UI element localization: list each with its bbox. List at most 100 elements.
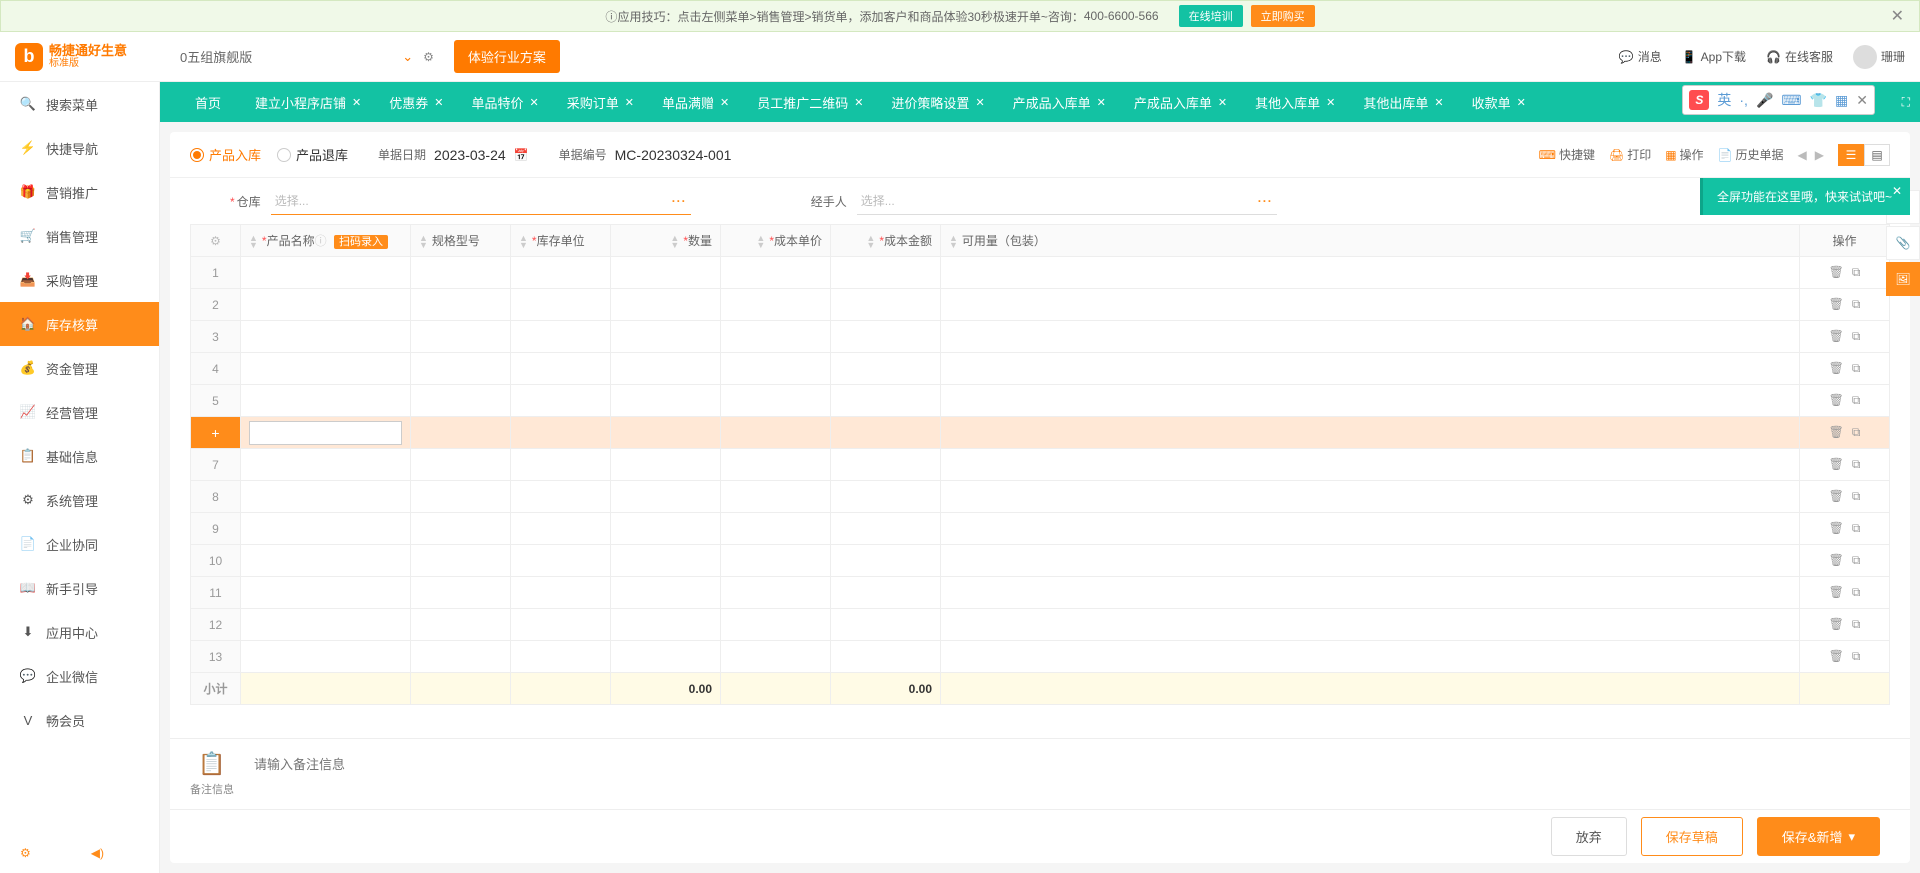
sidebar-item-资金管理[interactable]: 💰资金管理	[0, 346, 159, 390]
add-row-icon[interactable]: +	[207, 424, 225, 442]
sidebar-item-畅会员[interactable]: V畅会员	[0, 698, 159, 742]
sidebar-item-搜索菜单[interactable]: 🔍搜索菜单	[0, 82, 159, 126]
delete-row-icon[interactable]: 🗑	[1829, 585, 1844, 599]
tab-close-icon[interactable]: ✕	[1434, 96, 1443, 109]
more-icon[interactable]: ···	[1258, 194, 1273, 208]
ime-close-icon[interactable]: ✕	[1856, 92, 1868, 109]
view-card-icon[interactable]: ▤	[1864, 144, 1890, 166]
copy-row-icon[interactable]: ⧉	[1852, 265, 1861, 279]
float-attach-icon[interactable]: 📎	[1886, 226, 1920, 260]
sidebar-item-应用中心[interactable]: ⬇应用中心	[0, 610, 159, 654]
delete-row-icon[interactable]: 🗑	[1829, 265, 1844, 279]
tab-单品特价[interactable]: 单品特价✕	[457, 82, 552, 122]
copy-row-icon[interactable]: ⧉	[1852, 425, 1861, 439]
ime-mic-icon[interactable]: 🎤	[1756, 92, 1773, 109]
view-list-icon[interactable]: ☰	[1838, 144, 1864, 166]
table-row[interactable]: 10🗑⧉	[191, 545, 1890, 577]
table-row[interactable]: 11🗑⧉	[191, 577, 1890, 609]
delete-row-icon[interactable]: 🗑	[1829, 649, 1844, 663]
col-spec[interactable]: ▲▼规格型号	[411, 225, 511, 257]
shortcut-button[interactable]: ⌨快捷键	[1539, 146, 1595, 163]
support-link[interactable]: 🎧在线客服	[1766, 48, 1833, 65]
table-row[interactable]: 5🗑⧉	[191, 385, 1890, 417]
tab-采购订单[interactable]: 采购订单✕	[553, 82, 648, 122]
tab-close-icon[interactable]: ✕	[530, 96, 539, 109]
app-download-link[interactable]: 📱App下载	[1682, 48, 1746, 65]
table-row[interactable]: 9🗑⧉	[191, 513, 1890, 545]
operations-button[interactable]: ▦操作	[1665, 146, 1703, 163]
tab-close-icon[interactable]: ✕	[975, 96, 984, 109]
sidebar-item-基础信息[interactable]: 📋基础信息	[0, 434, 159, 478]
next-icon[interactable]: ▶	[1815, 148, 1824, 162]
radio-product-out[interactable]: 产品退库	[277, 145, 348, 164]
sidebar-item-采购管理[interactable]: 📥采购管理	[0, 258, 159, 302]
tab-其他出库单[interactable]: 其他出库单✕	[1349, 82, 1457, 122]
messages-link[interactable]: 💬消息	[1619, 48, 1662, 65]
tab-进价策略设置[interactable]: 进价策略设置✕	[877, 82, 998, 122]
sidebar-item-快捷导航[interactable]: ⚡快捷导航	[0, 126, 159, 170]
warehouse-select[interactable]: 选择... ···	[271, 187, 691, 215]
table-row[interactable]: 2🗑⧉	[191, 289, 1890, 321]
delete-row-icon[interactable]: 🗑	[1829, 329, 1844, 343]
delete-row-icon[interactable]: 🗑	[1829, 617, 1844, 631]
tooltip-close-icon[interactable]: ✕	[1892, 184, 1902, 198]
copy-row-icon[interactable]: ⧉	[1852, 489, 1861, 503]
ime-grid-icon[interactable]: ▦	[1835, 92, 1848, 109]
gear-icon[interactable]: ⚙	[210, 234, 221, 248]
table-row[interactable]: 3🗑⧉	[191, 321, 1890, 353]
radio-product-in[interactable]: 产品入库	[190, 145, 261, 164]
doc-date-value[interactable]: 2023-03-24	[434, 147, 506, 163]
more-icon[interactable]: ···	[672, 194, 687, 208]
handler-select[interactable]: 选择... ···	[857, 187, 1277, 215]
tab-收款单[interactable]: 收款单✕	[1458, 82, 1540, 122]
sidebar-item-企业微信[interactable]: 💬企业微信	[0, 654, 159, 698]
delete-row-icon[interactable]: 🗑	[1829, 457, 1844, 471]
sidebar-item-经营管理[interactable]: 📈经营管理	[0, 390, 159, 434]
tab-close-icon[interactable]: ✕	[1097, 96, 1106, 109]
float-image-icon[interactable]: 🖼	[1886, 262, 1920, 296]
ime-lang[interactable]: 英	[1717, 90, 1731, 110]
copy-row-icon[interactable]: ⧉	[1852, 329, 1861, 343]
ime-toolbar[interactable]: S 英 ·, 🎤 ⌨ 👕 ▦ ✕	[1682, 85, 1875, 115]
delete-row-icon[interactable]: 🗑	[1829, 425, 1844, 439]
tab-首页[interactable]: 首页	[175, 82, 241, 122]
tab-close-icon[interactable]: ✕	[1218, 96, 1227, 109]
table-row[interactable]: 1🗑⧉	[191, 257, 1890, 289]
copy-row-icon[interactable]: ⧉	[1852, 361, 1861, 375]
tab-产成品入库单[interactable]: 产成品入库单✕	[999, 82, 1120, 122]
table-row[interactable]: 13🗑⧉	[191, 641, 1890, 673]
online-training-button[interactable]: 在线培训	[1179, 5, 1243, 27]
scan-tag[interactable]: 扫码录入	[334, 235, 388, 249]
discard-button[interactable]: 放弃	[1551, 817, 1627, 856]
copy-row-icon[interactable]: ⧉	[1852, 297, 1861, 311]
sidebar-item-库存核算[interactable]: 🏠库存核算	[0, 302, 159, 346]
tab-单品满赠[interactable]: 单品满赠✕	[648, 82, 743, 122]
copy-row-icon[interactable]: ⧉	[1852, 457, 1861, 471]
tab-close-icon[interactable]: ✕	[625, 96, 634, 109]
col-product[interactable]: ▲▼*产品名称ⓘ 扫码录入	[241, 225, 411, 257]
tab-close-icon[interactable]: ✕	[720, 96, 729, 109]
product-input[interactable]	[249, 421, 402, 445]
table-row[interactable]: 4🗑⧉	[191, 353, 1890, 385]
copy-row-icon[interactable]: ⧉	[1852, 617, 1861, 631]
col-unit[interactable]: ▲▼*库存单位	[511, 225, 611, 257]
history-button[interactable]: 📄历史单据	[1718, 146, 1784, 163]
table-row[interactable]: 7🗑⧉	[191, 449, 1890, 481]
delete-row-icon[interactable]: 🗑	[1829, 553, 1844, 567]
copy-row-icon[interactable]: ⧉	[1852, 393, 1861, 407]
tab-close-icon[interactable]: ✕	[854, 96, 863, 109]
table-row[interactable]: 12🗑⧉	[191, 609, 1890, 641]
delete-row-icon[interactable]: 🗑	[1829, 361, 1844, 375]
banner-close-icon[interactable]: ✕	[1891, 6, 1904, 26]
collapse-icon[interactable]: ◀)	[91, 846, 104, 860]
logo[interactable]: b 畅捷通好生意 标准版	[15, 43, 160, 71]
save-new-button[interactable]: 保存&新增▾	[1757, 817, 1880, 856]
delete-row-icon[interactable]: 🗑	[1829, 393, 1844, 407]
copy-row-icon[interactable]: ⧉	[1852, 553, 1861, 567]
help-icon[interactable]: ⓘ	[315, 234, 327, 248]
buy-now-button[interactable]: 立即购买	[1251, 5, 1315, 27]
tab-close-icon[interactable]: ✕	[352, 96, 361, 109]
fullscreen-icon[interactable]: ⛶	[1902, 95, 1910, 110]
delete-row-icon[interactable]: 🗑	[1829, 297, 1844, 311]
copy-row-icon[interactable]: ⧉	[1852, 649, 1861, 663]
